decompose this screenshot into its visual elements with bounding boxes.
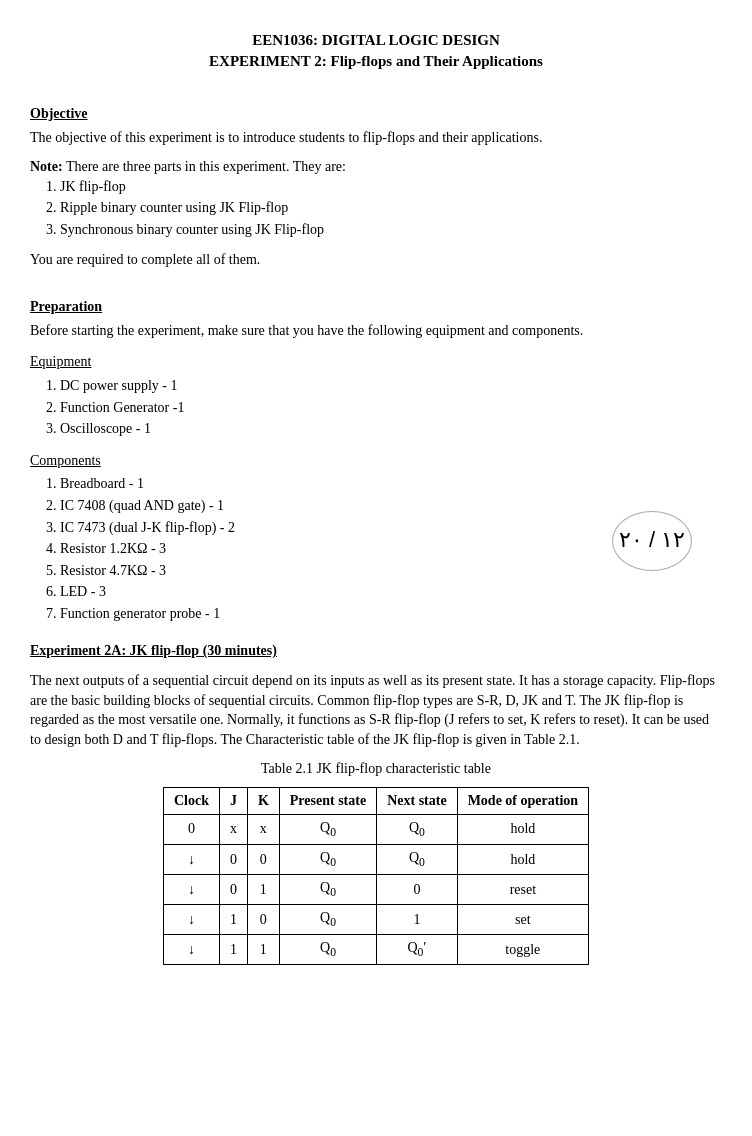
cell: 0	[247, 905, 279, 935]
col-j: J	[219, 788, 247, 815]
cell: 0	[163, 814, 219, 844]
table-row: ↓ 0 0 Q0 Q0 hold	[163, 844, 588, 874]
list-item: LED - 3	[60, 582, 722, 602]
cell: 1	[247, 935, 279, 965]
objective-heading: Objective	[30, 104, 88, 124]
jk-table: Clock J K Present state Next state Mode …	[163, 787, 589, 965]
col-present: Present state	[279, 788, 376, 815]
col-mode: Mode of operation	[457, 788, 588, 815]
note-label: Note: There are three parts in this expe…	[30, 159, 346, 174]
cell: Q0	[279, 814, 376, 844]
cell: 0	[219, 844, 247, 874]
list-item: IC 7408 (quad AND gate) - 1	[60, 496, 722, 516]
cell: x	[247, 814, 279, 844]
cell: toggle	[457, 935, 588, 965]
components-heading: Components	[30, 451, 722, 471]
exp-2a-heading: Experiment 2A: JK flip-flop (30 minutes)	[30, 641, 722, 661]
title-line1: EEN1036: DIGITAL LOGIC DESIGN	[30, 30, 722, 51]
cell: Q0	[279, 844, 376, 874]
cell: ↓	[163, 844, 219, 874]
cell: Q0′	[377, 935, 457, 965]
list-item: JK flip-flop	[60, 177, 722, 197]
list-item: Breadboard - 1	[60, 474, 722, 494]
experiment-2a-section: Experiment 2A: JK flip-flop (30 minutes)…	[30, 641, 722, 965]
title-block: EEN1036: DIGITAL LOGIC DESIGN EXPERIMENT…	[30, 30, 722, 72]
parts-list: JK flip-flop Ripple binary counter using…	[60, 177, 722, 240]
cell: 0	[247, 844, 279, 874]
cell: hold	[457, 814, 588, 844]
note-block: Note: There are three parts in this expe…	[30, 157, 722, 239]
cell: ↓	[163, 935, 219, 965]
table-header-row: Clock J K Present state Next state Mode …	[163, 788, 588, 815]
cell: 0	[377, 874, 457, 904]
cell: Q0	[377, 844, 457, 874]
table-row: ↓ 1 1 Q0 Q0′ toggle	[163, 935, 588, 965]
equipment-list: DC power supply - 1 Function Generator -…	[60, 376, 722, 439]
list-item: Resistor 4.7KΩ - 3	[60, 561, 722, 581]
table-row: 0 x x Q0 Q0 hold	[163, 814, 588, 844]
objective-section: Objective The objective of this experime…	[30, 90, 722, 269]
list-item: Synchronous binary counter using JK Flip…	[60, 220, 722, 240]
cell: 1	[377, 905, 457, 935]
equipment-heading: Equipment	[30, 352, 722, 372]
list-item: Function Generator -1	[60, 398, 722, 418]
list-item: Ripple binary counter using JK Flip-flop	[60, 198, 722, 218]
list-item: Oscilloscope - 1	[60, 419, 722, 439]
table-row: ↓ 1 0 Q0 1 set	[163, 905, 588, 935]
required-text: You are required to complete all of them…	[30, 250, 722, 270]
table-row: ↓ 0 1 Q0 0 reset	[163, 874, 588, 904]
preparation-section: Preparation Before starting the experime…	[30, 283, 722, 623]
cell: Q0	[279, 905, 376, 935]
list-item: Function generator probe - 1	[60, 604, 722, 624]
cell: set	[457, 905, 588, 935]
col-next: Next state	[377, 788, 457, 815]
cell: ↓	[163, 874, 219, 904]
cell: Q0	[279, 935, 376, 965]
preparation-heading: Preparation	[30, 297, 102, 317]
arabic-stamp: ۲۰ / ۱۲	[612, 511, 692, 571]
cell: 1	[247, 874, 279, 904]
col-k: K	[247, 788, 279, 815]
exp-2a-paragraph: The next outputs of a sequential circuit…	[30, 671, 722, 749]
table-wrapper: Clock J K Present state Next state Mode …	[30, 787, 722, 965]
cell: Q0	[279, 874, 376, 904]
objective-text: The objective of this experiment is to i…	[30, 128, 722, 148]
cell: hold	[457, 844, 588, 874]
preparation-intro: Before starting the experiment, make sur…	[30, 321, 722, 341]
table-caption: Table 2.1 JK flip-flop characteristic ta…	[30, 759, 722, 779]
list-item: DC power supply - 1	[60, 376, 722, 396]
components-section: Components Breadboard - 1 IC 7408 (quad …	[30, 451, 722, 624]
cell: 1	[219, 935, 247, 965]
cell: reset	[457, 874, 588, 904]
cell: 0	[219, 874, 247, 904]
title-line2: EXPERIMENT 2: Flip-flops and Their Appli…	[30, 51, 722, 72]
cell: x	[219, 814, 247, 844]
cell: Q0	[377, 814, 457, 844]
col-clock: Clock	[163, 788, 219, 815]
cell: ↓	[163, 905, 219, 935]
cell: 1	[219, 905, 247, 935]
